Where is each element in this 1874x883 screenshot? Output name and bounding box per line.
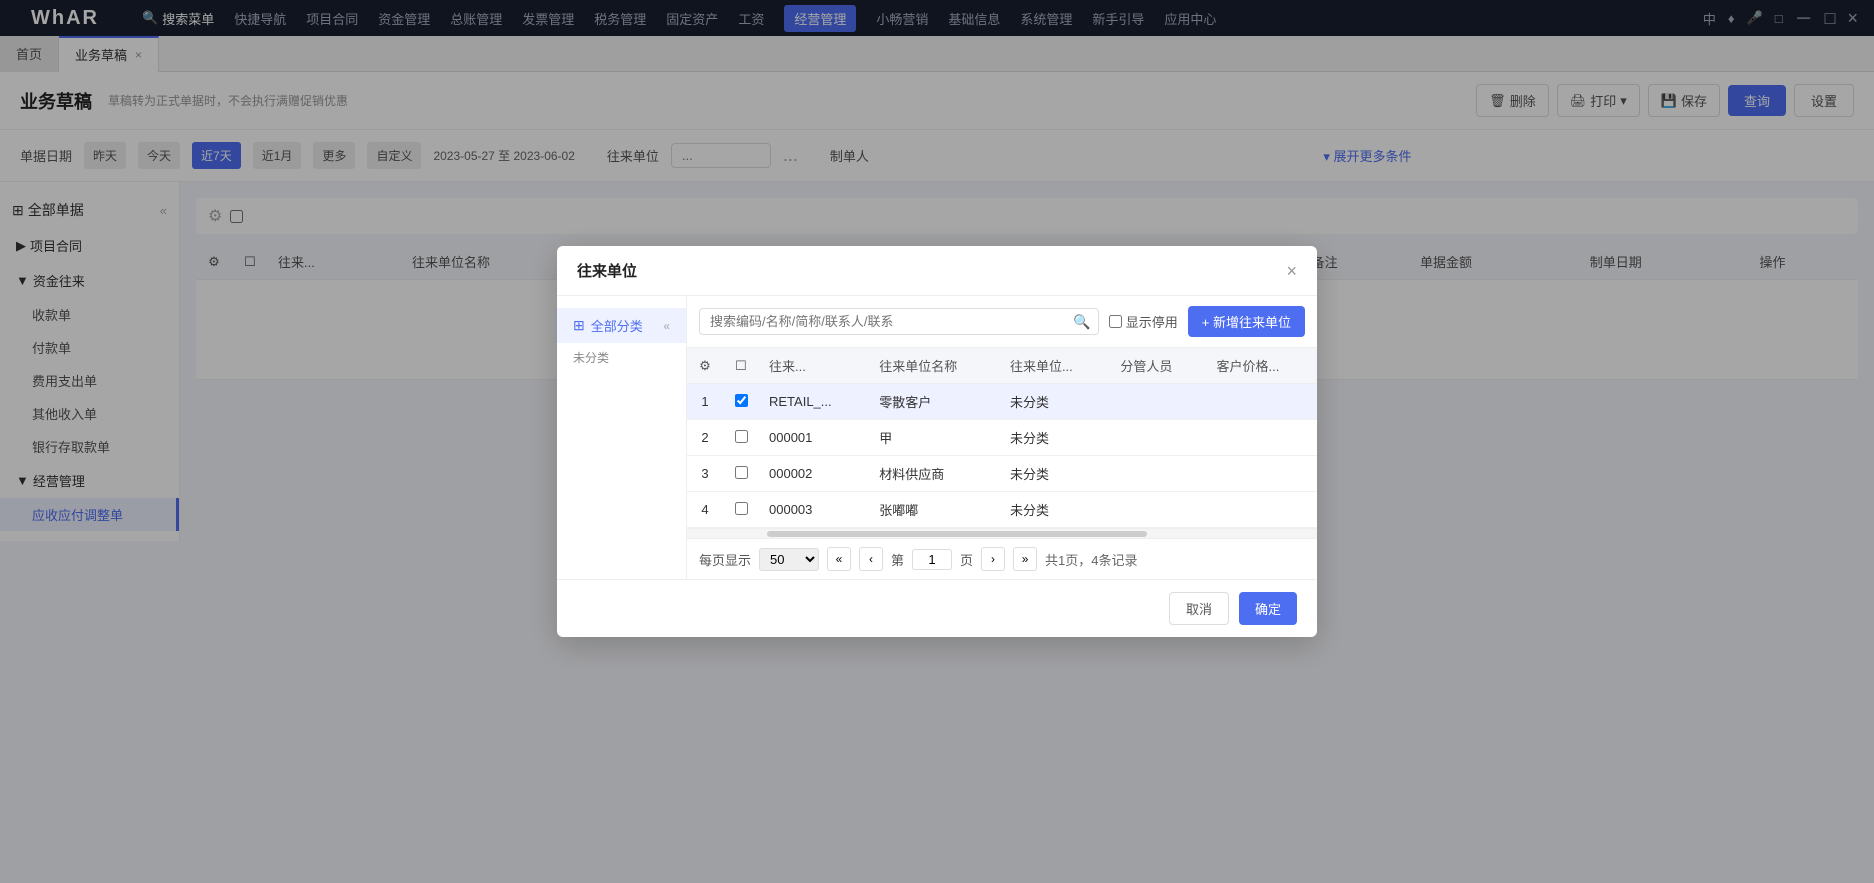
row-code: 000002	[759, 456, 869, 492]
per-page-label: 每页显示	[699, 550, 751, 569]
modal-unclassified: 未分类	[557, 343, 686, 372]
modal-sidebar-all[interactable]: ⊞ 全部分类 «	[557, 308, 686, 343]
row-price	[1206, 420, 1317, 456]
modal-partner-table: ⚙ ☐ 往来... 往来单位名称 往来单位... 分管人员 客户价格...	[687, 348, 1317, 528]
row-checkbox[interactable]	[723, 492, 759, 528]
modal-table-row[interactable]: 4 000003 张嘟嘟 未分类	[687, 492, 1317, 528]
pagination-bar: 每页显示 50 100 200 « ‹ 第 页 › » 共1页，4条记录	[687, 538, 1317, 579]
modal-close-btn[interactable]: ×	[1286, 262, 1297, 280]
row-category: 未分类	[1000, 384, 1110, 420]
modal-table-row[interactable]: 3 000002 材料供应商 未分类	[687, 456, 1317, 492]
modal-col-name: 往来单位名称	[869, 348, 1000, 384]
row-name: 甲	[869, 420, 1000, 456]
row-manager	[1110, 420, 1206, 456]
row-name: 零散客户	[869, 384, 1000, 420]
modal-overlay: 往来单位 × ⊞ 全部分类 « 未分类 🔍	[0, 0, 1874, 883]
row-category: 未分类	[1000, 420, 1110, 456]
modal-sidebar: ⊞ 全部分类 « 未分类	[557, 296, 687, 579]
row-name: 材料供应商	[869, 456, 1000, 492]
row-price	[1206, 384, 1317, 420]
row-setting: 4	[687, 492, 723, 528]
row-checkbox[interactable]	[723, 420, 759, 456]
modal-title: 往来单位	[577, 260, 637, 281]
next-page-btn[interactable]: ›	[981, 547, 1005, 571]
row-code: 000001	[759, 420, 869, 456]
show-disabled-wrap: 显示停用	[1109, 312, 1178, 331]
row-code: RETAIL_...	[759, 384, 869, 420]
last-page-btn[interactable]: »	[1013, 547, 1037, 571]
row-manager	[1110, 456, 1206, 492]
grid-icon2: ⊞	[573, 317, 585, 334]
modal-search-input[interactable]	[699, 308, 1099, 335]
row-setting: 2	[687, 420, 723, 456]
horizontal-scrollbar[interactable]	[687, 528, 1317, 538]
scrollbar-thumb[interactable]	[767, 531, 1147, 537]
row-setting: 3	[687, 456, 723, 492]
modal-table-row[interactable]: 2 000001 甲 未分类	[687, 420, 1317, 456]
row-category: 未分类	[1000, 492, 1110, 528]
modal-col-category: 往来单位...	[1000, 348, 1110, 384]
row-manager	[1110, 384, 1206, 420]
modal-col-settings[interactable]: ⚙	[687, 348, 723, 384]
total-info: 共1页，4条记录	[1045, 550, 1137, 569]
per-page-select[interactable]: 50 100 200	[759, 548, 819, 571]
row-price	[1206, 456, 1317, 492]
row-checkbox[interactable]	[723, 384, 759, 420]
modal-table-wrap: ⚙ ☐ 往来... 往来单位名称 往来单位... 分管人员 客户价格...	[687, 348, 1317, 528]
prev-page-btn[interactable]: ‹	[859, 547, 883, 571]
modal-footer: 取消 确定	[557, 579, 1317, 637]
row-name: 张嘟嘟	[869, 492, 1000, 528]
row-setting: 1	[687, 384, 723, 420]
modal-col-price: 客户价格...	[1206, 348, 1317, 384]
row-category: 未分类	[1000, 456, 1110, 492]
row-price	[1206, 492, 1317, 528]
page-num-input[interactable]	[912, 549, 952, 570]
new-partner-btn[interactable]: + 新增往来单位	[1188, 306, 1305, 337]
page-label: 第	[891, 550, 904, 569]
modal-body: ⊞ 全部分类 « 未分类 🔍 显示停用	[557, 296, 1317, 579]
partner-modal: 往来单位 × ⊞ 全部分类 « 未分类 🔍	[557, 246, 1317, 637]
modal-main: 🔍 显示停用 + 新增往来单位 ⚙ ☐	[687, 296, 1317, 579]
modal-header: 往来单位 ×	[557, 246, 1317, 296]
confirm-button[interactable]: 确定	[1239, 592, 1297, 625]
modal-col-code: 往来...	[759, 348, 869, 384]
modal-col-manager: 分管人员	[1110, 348, 1206, 384]
page-suffix: 页	[960, 550, 973, 569]
modal-table-row[interactable]: 1 RETAIL_... 零散客户 未分类	[687, 384, 1317, 420]
modal-toolbar: 🔍 显示停用 + 新增往来单位	[687, 296, 1317, 348]
cancel-button[interactable]: 取消	[1169, 592, 1229, 625]
first-page-btn[interactable]: «	[827, 547, 851, 571]
row-checkbox[interactable]	[723, 456, 759, 492]
row-manager	[1110, 492, 1206, 528]
modal-search-icon: 🔍	[1073, 313, 1090, 330]
modal-search-wrap: 🔍	[699, 308, 1099, 335]
row-code: 000003	[759, 492, 869, 528]
collapse-modal-sidebar-btn[interactable]: «	[663, 319, 670, 333]
show-disabled-checkbox[interactable]	[1109, 315, 1122, 328]
modal-col-checkbox[interactable]: ☐	[723, 348, 759, 384]
